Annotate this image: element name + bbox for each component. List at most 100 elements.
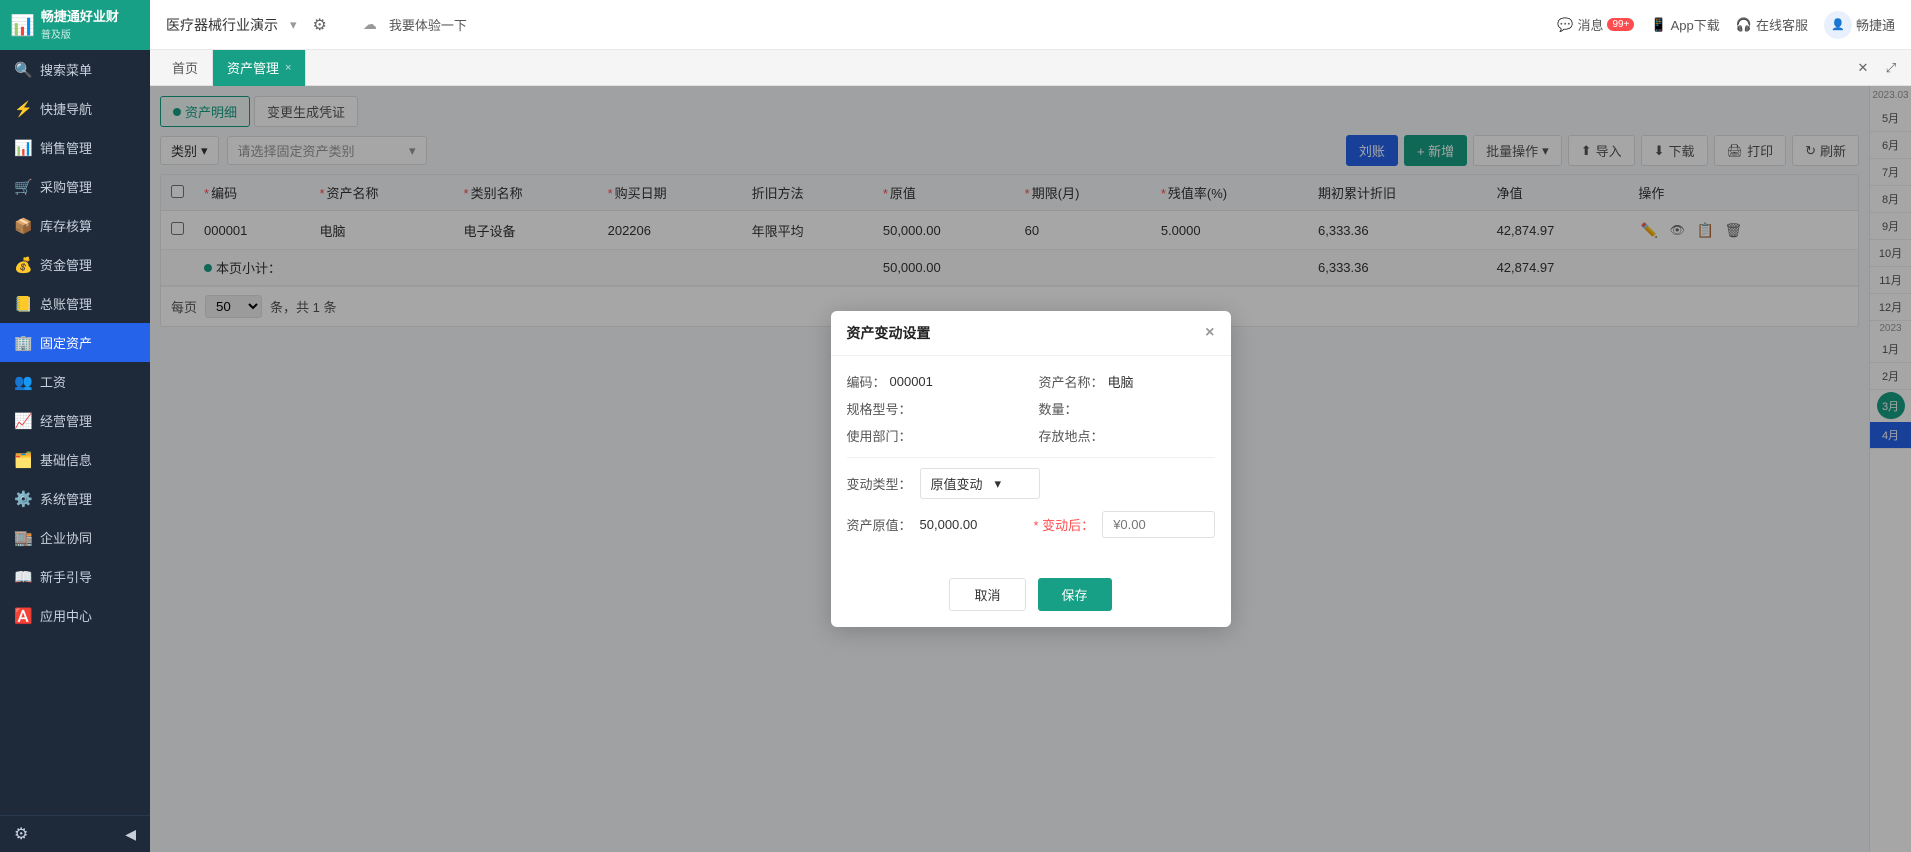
tab-asset-management[interactable]: 资产管理 × (213, 50, 306, 86)
biz-icon: 📈 (14, 412, 32, 430)
sidebar-label-funds: 资金管理 (40, 255, 92, 274)
modal-footer: 取消 保存 (831, 566, 1231, 627)
asset-value-row: 资产原值： 50,000.00 * 变动后： (847, 511, 1215, 538)
sidebar: 📊 畅捷通好业财 普及版 🔍 搜索菜单 ⚡ 快捷导航 📊 销售管理 🛒 采购管理… (0, 0, 150, 852)
sidebar-label-assets: 固定资产 (40, 333, 92, 352)
app-download-btn[interactable]: 📱 App下载 (1650, 15, 1719, 34)
tab-home[interactable]: 首页 (158, 50, 213, 86)
sidebar-label-ledger: 总账管理 (40, 294, 92, 313)
message-label: 消息 (1577, 15, 1603, 34)
sidebar-label-corp: 企业协同 (40, 528, 92, 547)
sidebar-label-biz: 经营管理 (40, 411, 92, 430)
after-value-input[interactable] (1102, 511, 1214, 538)
sidebar-item-assets[interactable]: 🏢 固定资产 (0, 323, 150, 362)
sidebar-scroll: 🔍 搜索菜单 ⚡ 快捷导航 📊 销售管理 🛒 采购管理 📦 库存核算 💰 资金管… (0, 50, 150, 815)
tab-asset-label: 资产管理 (227, 58, 279, 77)
tab-home-label: 首页 (172, 58, 198, 77)
sidebar-item-guide[interactable]: 📖 新手引导 (0, 557, 150, 596)
system-icon: ⚙️ (14, 490, 32, 508)
modal-divider (847, 457, 1215, 458)
experience-text[interactable]: 我要体验一下 (389, 15, 467, 34)
sales-icon: 📊 (14, 139, 32, 157)
modal-name-value: 电脑 (1108, 372, 1134, 391)
sidebar-item-corp[interactable]: 🏬 企业协同 (0, 518, 150, 557)
change-type-select[interactable]: 原值变动 ▾ (920, 468, 1040, 499)
settings-icon[interactable]: ⚙ (14, 824, 28, 844)
modal-name-label: 资产名称： (1039, 372, 1104, 391)
asset-value-label: 资产原值： (847, 515, 912, 534)
sidebar-item-search[interactable]: 🔍 搜索菜单 (0, 50, 150, 89)
modal-location-item: 存放地点： (1039, 426, 1215, 445)
app-download-label: App下载 (1671, 15, 1720, 34)
assets-icon: 🏢 (14, 334, 32, 352)
sidebar-label-quicknav: 快捷导航 (40, 99, 92, 118)
sidebar-item-sales[interactable]: 📊 销售管理 (0, 128, 150, 167)
change-type-row: 变动类型： 原值变动 ▾ (847, 468, 1215, 499)
cancel-button[interactable]: 取消 (949, 578, 1025, 611)
modal-dept-item: 使用部门： (847, 426, 1023, 445)
modal-code-item: 编码： 000001 (847, 372, 1023, 391)
modal-close-btn[interactable]: × (1205, 324, 1214, 342)
modal-qty-item: 数量： (1039, 399, 1215, 418)
guide-icon: 📖 (14, 568, 32, 586)
online-service-label: 在线客服 (1756, 15, 1808, 34)
sidebar-item-quicknav[interactable]: ⚡ 快捷导航 (0, 89, 150, 128)
sidebar-item-biz[interactable]: 📈 经营管理 (0, 401, 150, 440)
sidebar-item-appstore[interactable]: 🅰️ 应用中心 (0, 596, 150, 635)
tab-close-icon[interactable]: × (285, 62, 291, 74)
headset-icon: 🎧 (1736, 17, 1752, 33)
sidebar-item-basic[interactable]: 🗂️ 基础信息 (0, 440, 150, 479)
username-label: 畅捷通 (1856, 15, 1895, 34)
logo-title: 畅捷通好业财 (41, 9, 119, 26)
tab-collapse-btn[interactable]: ✕ (1851, 56, 1875, 80)
appstore-icon: 🅰️ (14, 607, 32, 625)
tab-actions: ✕ ⤢ (1851, 56, 1903, 80)
dropdown-icon[interactable]: ▾ (290, 17, 297, 33)
change-type-value: 原值变动 (931, 474, 983, 493)
after-label: * 变动后： (1034, 515, 1095, 534)
user-avatar[interactable]: 👤 畅捷通 (1824, 11, 1895, 39)
sidebar-item-inventory[interactable]: 📦 库存核算 (0, 206, 150, 245)
modal-qty-label: 数量： (1039, 399, 1078, 418)
basic-icon: 🗂️ (14, 451, 32, 469)
sidebar-item-payroll[interactable]: 👥 工资 (0, 362, 150, 401)
message-btn[interactable]: 💬 消息 99+ (1557, 15, 1634, 34)
sidebar-logo: 📊 畅捷通好业财 普及版 (0, 0, 150, 50)
ledger-icon: 📒 (14, 295, 32, 313)
phone-icon: 📱 (1650, 17, 1666, 33)
sidebar-item-system[interactable]: ⚙️ 系统管理 (0, 479, 150, 518)
modal-info-grid: 编码： 000001 资产名称： 电脑 规格型号： 数量： (847, 372, 1215, 445)
settings-gear-icon[interactable]: ⚙ (313, 15, 327, 35)
purchase-icon: 🛒 (14, 178, 32, 196)
topbar: 医疗器械行业演示 ▾ ⚙ ☁ 我要体验一下 💬 消息 99+ 📱 App下载 🎧… (150, 0, 1911, 50)
sidebar-label-search: 搜索菜单 (40, 60, 92, 79)
modal-code-label: 编码： (847, 372, 886, 391)
modal-dept-label: 使用部门： (847, 426, 912, 445)
online-service-btn[interactable]: 🎧 在线客服 (1736, 15, 1808, 34)
tab-expand-btn[interactable]: ⤢ (1879, 56, 1903, 80)
sidebar-label-sales: 销售管理 (40, 138, 92, 157)
sidebar-label-inventory: 库存核算 (40, 216, 92, 235)
modal-title: 资产变动设置 (847, 323, 931, 343)
collapse-icon[interactable]: ◀ (125, 826, 136, 843)
payroll-icon: 👥 (14, 373, 32, 391)
sidebar-label-basic: 基础信息 (40, 450, 92, 469)
search-icon: 🔍 (14, 61, 32, 79)
modal-header: 资产变动设置 × (831, 311, 1231, 356)
sidebar-label-guide: 新手引导 (40, 567, 92, 586)
topbar-right: 💬 消息 99+ 📱 App下载 🎧 在线客服 👤 畅捷通 (1557, 11, 1895, 39)
sidebar-item-funds[interactable]: 💰 资金管理 (0, 245, 150, 284)
sidebar-item-purchase[interactable]: 🛒 采购管理 (0, 167, 150, 206)
avatar-circle: 👤 (1824, 11, 1852, 39)
sidebar-item-ledger[interactable]: 📒 总账管理 (0, 284, 150, 323)
change-type-chevron: ▾ (995, 476, 1002, 492)
save-button[interactable]: 保存 (1038, 578, 1112, 611)
sidebar-label-appstore: 应用中心 (40, 606, 92, 625)
modal-overlay: 资产变动设置 × 编码： 000001 资产名称： 电脑 (150, 86, 1911, 852)
sidebar-label-system: 系统管理 (40, 489, 92, 508)
quicknav-icon: ⚡ (14, 100, 32, 118)
inventory-icon: 📦 (14, 217, 32, 235)
modal-location-label: 存放地点： (1039, 426, 1104, 445)
funds-icon: 💰 (14, 256, 32, 274)
change-type-label: 变动类型： (847, 474, 912, 493)
